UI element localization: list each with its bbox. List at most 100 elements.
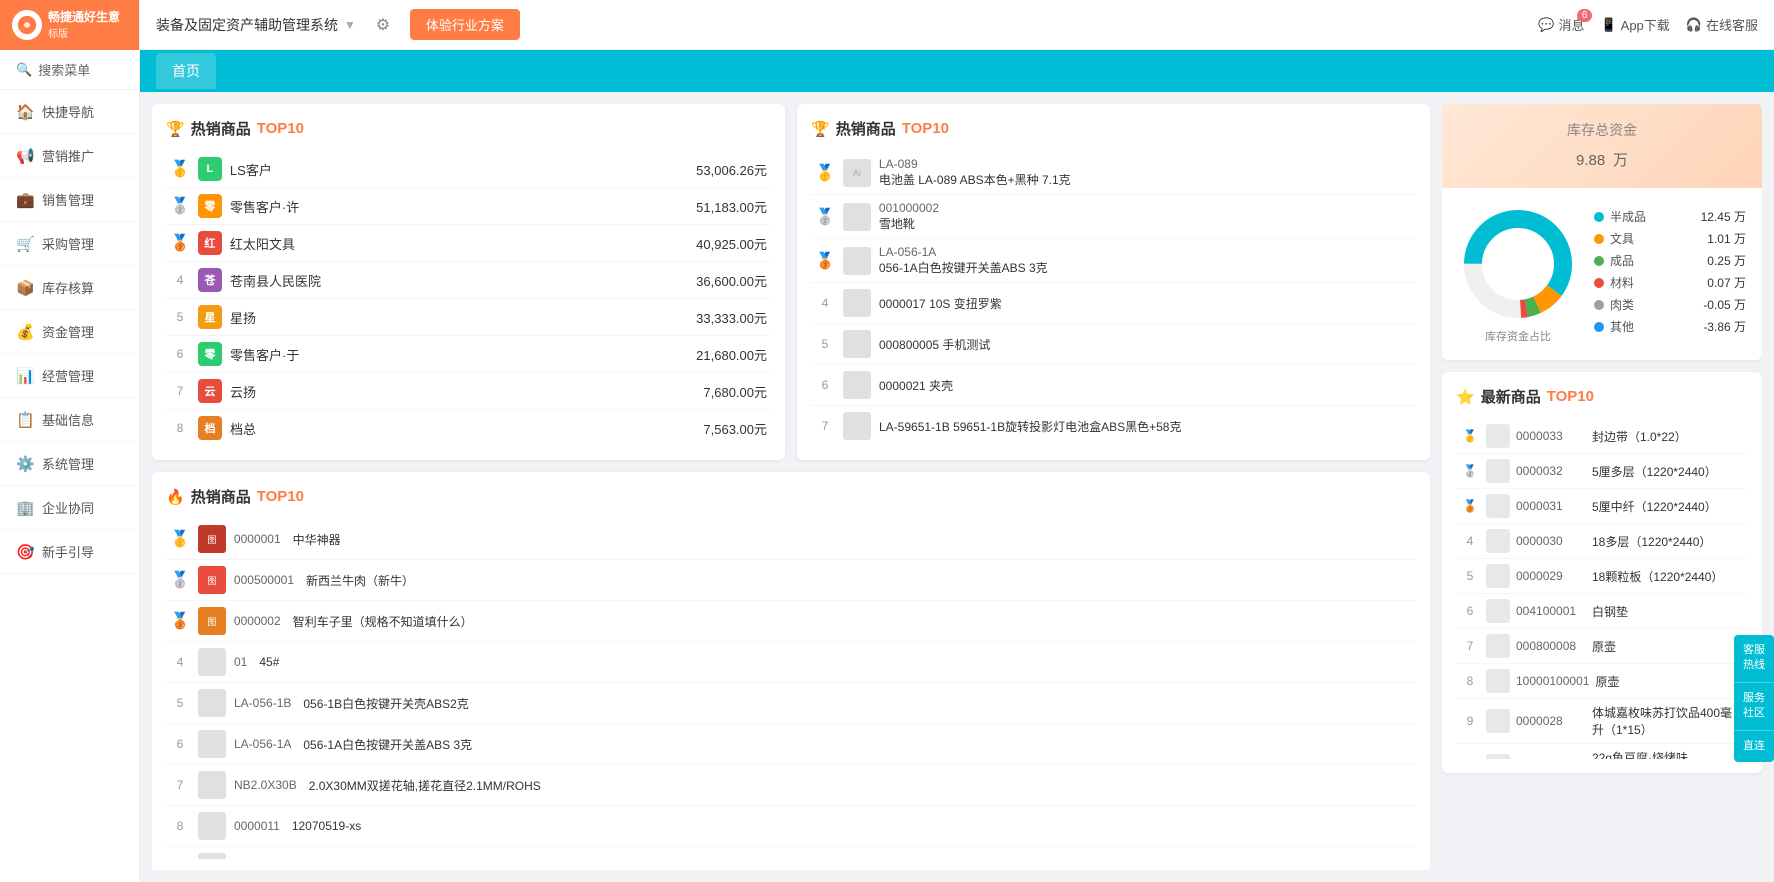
enterprise-icon: 🏢 — [16, 499, 34, 517]
customer-amount: 21,680.00元 — [696, 345, 767, 364]
list-item: 🥈 图 000500001 新西兰牛肉（新牛） — [166, 560, 1416, 601]
sidebar-item-inventory[interactable]: 📦 库存核算 — [0, 266, 139, 310]
trial-button[interactable]: 体验行业方案 — [410, 9, 520, 40]
nav-home[interactable]: 首页 — [156, 53, 216, 89]
table-row: 🥇 L LS客户 53,006.26元 — [166, 151, 771, 188]
customer-name: 零售客户·于 — [230, 345, 688, 364]
message-badge: 6 — [1577, 9, 1593, 22]
sidebar-label-quick-nav: 快捷导航 — [42, 102, 94, 121]
list-item: 5 LA-056-1B 056-1B白色按键开关壳ABS2克 — [166, 683, 1416, 724]
sidebar-item-system[interactable]: ⚙️ 系统管理 — [0, 442, 139, 486]
legend-dot — [1594, 234, 1604, 244]
sidebar-item-marketing[interactable]: 📢 营销推广 — [0, 134, 139, 178]
product-thumbnail — [843, 371, 871, 399]
logo-icon — [12, 10, 42, 40]
inventory-title: 库存总资金 — [1462, 120, 1742, 140]
app-download-button[interactable]: 📱 App下载 — [1600, 15, 1669, 34]
customer-name: LS客户 — [230, 160, 688, 179]
app-name: 畅捷通好生意 — [48, 10, 120, 26]
avatar: L — [198, 157, 222, 181]
sidebar-item-basics[interactable]: 📋 基础信息 — [0, 398, 139, 442]
app-logo: 畅捷通好生意 标版 — [0, 0, 139, 50]
product-thumbnail — [1486, 424, 1510, 448]
product-thumbnail — [843, 203, 871, 231]
fire-icon: 🔥 — [166, 488, 185, 506]
sidebar-item-enterprise[interactable]: 🏢 企业协同 — [0, 486, 139, 530]
donut-section: 库存资金占比 半成品 12.45 万 文具 1.01 万 — [1442, 188, 1762, 360]
legend-item: 成品 0.25 万 — [1594, 252, 1746, 269]
inventory-icon: 📦 — [16, 279, 34, 297]
rank-number: 6 — [170, 347, 190, 361]
sidebar-item-quick-nav[interactable]: 🏠 快捷导航 — [0, 90, 139, 134]
table-row: 🥈 001000002 雪地靴 — [811, 195, 1416, 239]
online-service-button[interactable]: 🎧 在线客服 — [1686, 15, 1758, 34]
product-thumbnail: 图 — [198, 525, 226, 553]
list-item: 🥇 0000033 封边带（1.0*22） — [1456, 419, 1748, 454]
sidebar-item-guide[interactable]: 🎯 新手引导 — [0, 530, 139, 574]
mobile-icon: 📱 — [1600, 17, 1616, 33]
chevron-down-icon: ▼ — [344, 18, 356, 32]
table-row: 8 档 档总 7,563.00元 — [166, 410, 771, 446]
message-icon: 💬 — [1538, 17, 1554, 33]
settings-button[interactable]: ⚙ — [368, 10, 398, 40]
float-buttons: 客服热线 服务社区 直连 — [1734, 635, 1774, 762]
sidebar-item-purchase[interactable]: 🛒 采购管理 — [0, 222, 139, 266]
product-thumbnail — [843, 289, 871, 317]
sidebar-item-operations[interactable]: 📊 经营管理 — [0, 354, 139, 398]
product-thumbnail — [1486, 599, 1510, 623]
table-row: 5 星 星扬 33,333.00元 — [166, 299, 771, 336]
list-item: 4 01 45# — [166, 642, 1416, 683]
product-thumbnail — [198, 812, 226, 840]
customer-service-button[interactable]: 客服热线 — [1734, 635, 1774, 682]
customer-name: 红太阳文具 — [230, 234, 688, 253]
message-button[interactable]: 💬 消息 6 — [1538, 15, 1584, 34]
table-row: 4 0000017 10S 变扭罗紫 — [811, 283, 1416, 324]
direct-connect-button[interactable]: 直连 — [1734, 730, 1774, 762]
customer-name: 苍南县人民医院 — [230, 271, 688, 290]
hot-products-main-title: 🔥 热销商品 TOP10 — [166, 486, 1416, 507]
app-version: 标版 — [48, 25, 120, 40]
table-row: 4 苍 苍南县人民医院 36,600.00元 — [166, 262, 771, 299]
new-products-title: ⭐ 最新商品 TOP10 — [1456, 386, 1748, 407]
search-menu-item[interactable]: 🔍 搜索菜单 — [0, 50, 139, 90]
table-row: 7 云 云扬 7,680.00元 — [166, 373, 771, 410]
avatar: 苍 — [198, 268, 222, 292]
app-download-label: App下载 — [1621, 15, 1670, 34]
customers-list: 🥇 L LS客户 53,006.26元 🥈 零 零售客户·许 51,183.00… — [166, 151, 771, 446]
inventory-header: 库存总资金 9.88 万 — [1442, 104, 1762, 188]
medal-2-icon: 🥈 — [170, 196, 190, 216]
rank-number: 7 — [170, 384, 190, 398]
list-item: 8 0000011 12070519-xs — [166, 806, 1416, 847]
top-section: 🏆 热销商品 TOP10 🥇 L LS客户 53,006.26元 — [152, 104, 1430, 460]
list-item: 10 003800001 22g鱼豆腐·烧烤味（1*12*20） — [1456, 744, 1748, 759]
table-row: 6 0000021 夹壳 — [811, 365, 1416, 406]
legend-dot — [1594, 256, 1604, 266]
sidebar-item-finance[interactable]: 💰 资金管理 — [0, 310, 139, 354]
sidebar-item-sales[interactable]: 💼 销售管理 — [0, 178, 139, 222]
hot-products-main-list: 🥇 图 0000001 中华神器 🥈 图 000500001 新西兰牛肉（新牛）… — [166, 519, 1416, 859]
sidebar-label-purchase: 采购管理 — [42, 234, 94, 253]
sidebar-label-guide: 新手引导 — [42, 542, 94, 561]
product-thumbnail — [1486, 669, 1510, 693]
product-thumbnail — [198, 771, 226, 799]
product-thumbnail: 图 — [198, 566, 226, 594]
search-icon: 🔍 — [16, 62, 32, 78]
home-icon: 🏠 — [16, 103, 34, 121]
customer-name: 云扬 — [230, 382, 695, 401]
search-menu-label: 搜索菜单 — [38, 60, 90, 79]
system-selector[interactable]: 装备及固定资产辅助管理系统 ▼ — [156, 15, 356, 35]
table-row: 🥈 零 零售客户·许 51,183.00元 — [166, 188, 771, 225]
service-community-button[interactable]: 服务社区 — [1734, 682, 1774, 730]
avatar: 档 — [198, 416, 222, 440]
content-area: 🏆 热销商品 TOP10 🥇 L LS客户 53,006.26元 — [140, 92, 1774, 882]
medal-3-icon: 🥉 — [170, 233, 190, 253]
product-thumbnail — [198, 730, 226, 758]
online-service-label: 在线客服 — [1706, 15, 1758, 34]
list-item: 5 0000029 18颗粒板（1220*2440） — [1456, 559, 1748, 594]
donut-chart — [1458, 204, 1578, 324]
list-item: 6 004100001 白钢垫 — [1456, 594, 1748, 629]
product-thumbnail — [1486, 564, 1510, 588]
customer-amount: 7,563.00元 — [703, 419, 767, 438]
hot-products-main-card: 🔥 热销商品 TOP10 🥇 图 0000001 中华神器 🥈 图 — [152, 472, 1430, 870]
sidebar-label-enterprise: 企业协同 — [42, 498, 94, 517]
